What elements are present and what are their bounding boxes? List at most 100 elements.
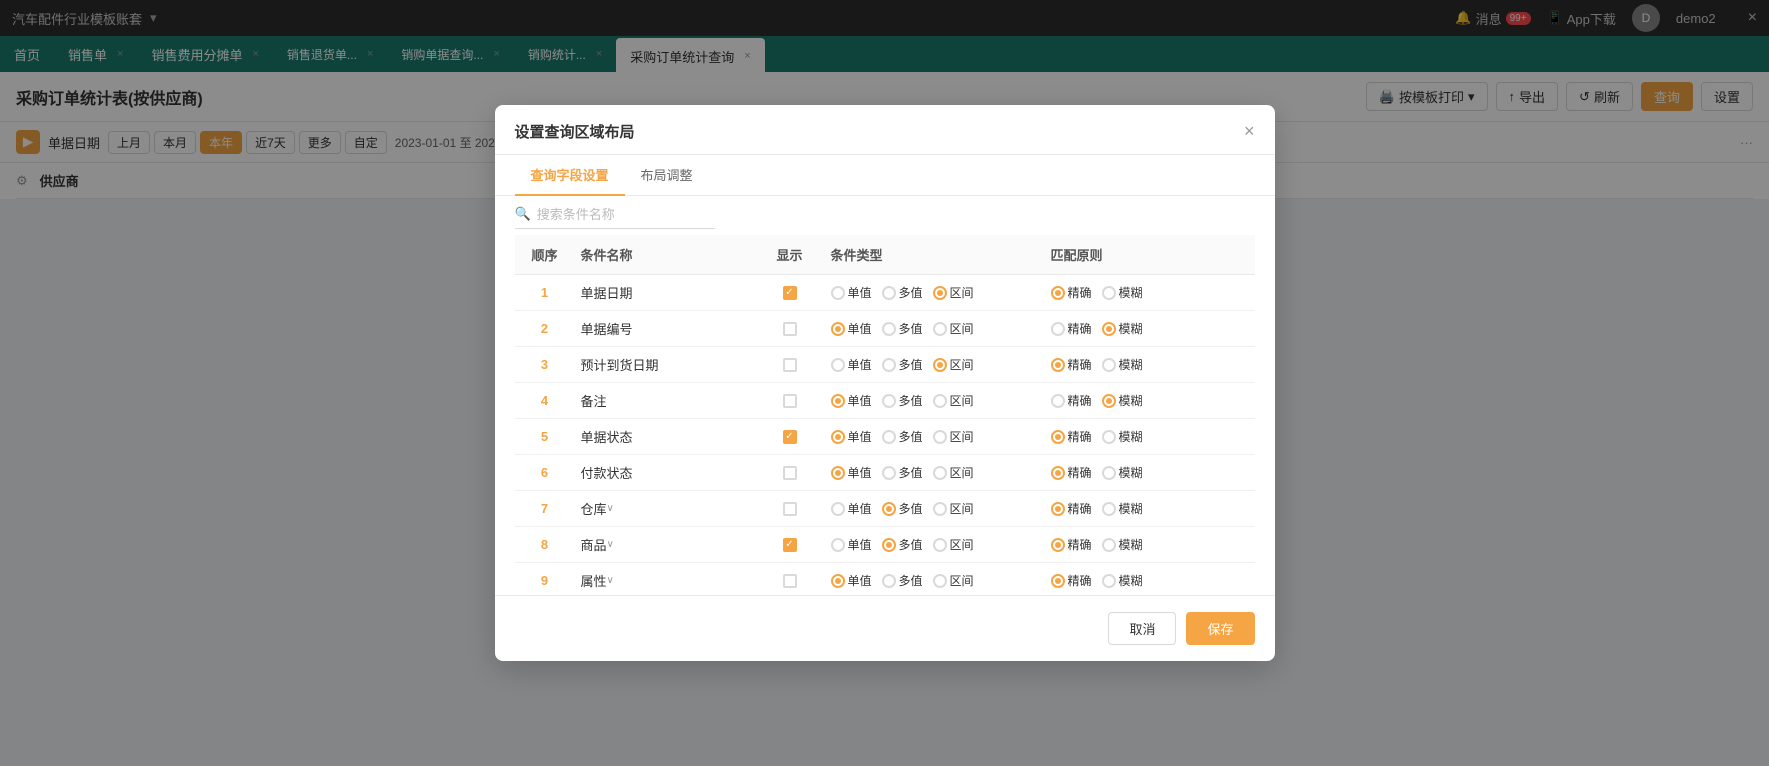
row-name-text: 仓库: [581, 499, 607, 518]
radio-item[interactable]: 单值: [831, 392, 872, 409]
radio-item[interactable]: 区间: [933, 284, 974, 301]
radio-circle: [933, 358, 947, 372]
radio-item[interactable]: 模糊: [1102, 320, 1143, 337]
radio-item[interactable]: 精确: [1051, 356, 1092, 373]
radio-circle: [1051, 286, 1065, 300]
checkbox[interactable]: [783, 466, 797, 480]
radio-item[interactable]: 单值: [831, 320, 872, 337]
checkbox[interactable]: [783, 502, 797, 516]
radio-item[interactable]: 精确: [1051, 284, 1092, 301]
row-display-checkbox[interactable]: [755, 570, 825, 592]
row-name: 备注: [575, 387, 755, 414]
table-row: 5单据状态单值多值区间精确模糊: [515, 419, 1255, 455]
radio-item[interactable]: 单值: [831, 500, 872, 517]
radio-label: 模糊: [1119, 284, 1143, 301]
radio-item[interactable]: 多值: [882, 464, 923, 481]
radio-item[interactable]: 单值: [831, 536, 872, 553]
radio-item[interactable]: 单值: [831, 464, 872, 481]
row-display-checkbox[interactable]: [755, 462, 825, 484]
radio-item[interactable]: 区间: [933, 392, 974, 409]
row-display-checkbox[interactable]: [755, 354, 825, 376]
dialog-close-btn[interactable]: ×: [1244, 121, 1255, 142]
radio-label: 精确: [1068, 392, 1092, 409]
checkbox[interactable]: [783, 358, 797, 372]
col-condition-name: 条件名称: [575, 241, 755, 268]
radio-item[interactable]: 精确: [1051, 500, 1092, 517]
radio-item[interactable]: 单值: [831, 284, 872, 301]
dialog-tab-fields[interactable]: 查询字段设置: [515, 155, 625, 196]
radio-circle: [1102, 358, 1116, 372]
radio-item[interactable]: 多值: [882, 500, 923, 517]
radio-item[interactable]: 模糊: [1102, 500, 1143, 517]
radio-circle: [831, 574, 845, 588]
row-expand-icon[interactable]: ∨: [607, 575, 614, 586]
checkbox[interactable]: [783, 430, 797, 444]
row-display-checkbox[interactable]: [755, 282, 825, 304]
radio-circle: [1102, 574, 1116, 588]
radio-label: 区间: [950, 284, 974, 301]
radio-item[interactable]: 精确: [1051, 464, 1092, 481]
radio-item[interactable]: 区间: [933, 320, 974, 337]
radio-item[interactable]: 模糊: [1102, 356, 1143, 373]
radio-item[interactable]: 多值: [882, 320, 923, 337]
radio-item[interactable]: 区间: [933, 356, 974, 373]
radio-item[interactable]: 区间: [933, 572, 974, 589]
radio-item[interactable]: 模糊: [1102, 284, 1143, 301]
row-expand-icon[interactable]: ∨: [607, 503, 614, 514]
dialog-table: 顺序 条件名称 显示 条件类型 匹配原则 1单据日期单值多值区间精确模糊2单据编…: [515, 235, 1255, 595]
radio-item[interactable]: 多值: [882, 428, 923, 445]
radio-item[interactable]: 多值: [882, 572, 923, 589]
row-type-options: 单值多值区间: [825, 316, 1045, 341]
radio-label: 模糊: [1119, 392, 1143, 409]
checkbox[interactable]: [783, 322, 797, 336]
radio-item[interactable]: 区间: [933, 536, 974, 553]
radio-item[interactable]: 精确: [1051, 536, 1092, 553]
radio-item[interactable]: 精确: [1051, 392, 1092, 409]
checkbox[interactable]: [783, 574, 797, 588]
checkbox[interactable]: [783, 286, 797, 300]
radio-item[interactable]: 区间: [933, 464, 974, 481]
radio-item[interactable]: 区间: [933, 500, 974, 517]
radio-circle: [831, 286, 845, 300]
row-display-checkbox[interactable]: [755, 318, 825, 340]
save-button[interactable]: 保存: [1186, 612, 1254, 645]
row-num: 5: [515, 425, 575, 448]
radio-item[interactable]: 单值: [831, 356, 872, 373]
table-row: 7仓库 ∨单值多值区间精确模糊: [515, 491, 1255, 527]
row-display-checkbox[interactable]: [755, 390, 825, 412]
radio-label: 精确: [1068, 356, 1092, 373]
radio-item[interactable]: 多值: [882, 356, 923, 373]
dialog-table-header: 顺序 条件名称 显示 条件类型 匹配原则: [515, 235, 1255, 275]
radio-label: 区间: [950, 392, 974, 409]
radio-item[interactable]: 区间: [933, 428, 974, 445]
checkbox[interactable]: [783, 394, 797, 408]
radio-item[interactable]: 多值: [882, 392, 923, 409]
radio-circle: [1102, 322, 1116, 336]
radio-item[interactable]: 精确: [1051, 572, 1092, 589]
radio-item[interactable]: 多值: [882, 284, 923, 301]
row-display-checkbox[interactable]: [755, 426, 825, 448]
radio-item[interactable]: 模糊: [1102, 572, 1143, 589]
radio-circle: [831, 430, 845, 444]
radio-item[interactable]: 模糊: [1102, 428, 1143, 445]
radio-label: 精确: [1068, 536, 1092, 553]
radio-item[interactable]: 精确: [1051, 428, 1092, 445]
row-expand-icon[interactable]: ∨: [607, 539, 614, 550]
radio-item[interactable]: 模糊: [1102, 536, 1143, 553]
checkbox[interactable]: [783, 538, 797, 552]
search-input[interactable]: [537, 207, 697, 222]
radio-item[interactable]: 模糊: [1102, 392, 1143, 409]
row-num: 8: [515, 533, 575, 556]
radio-item[interactable]: 单值: [831, 428, 872, 445]
cancel-button[interactable]: 取消: [1108, 612, 1176, 645]
dialog-tab-layout[interactable]: 布局调整: [625, 155, 709, 196]
radio-item[interactable]: 多值: [882, 536, 923, 553]
row-display-checkbox[interactable]: [755, 534, 825, 556]
radio-item[interactable]: 精确: [1051, 320, 1092, 337]
radio-circle: [1051, 430, 1065, 444]
radio-label: 多值: [899, 428, 923, 445]
row-display-checkbox[interactable]: [755, 498, 825, 520]
radio-item[interactable]: 单值: [831, 572, 872, 589]
radio-label: 模糊: [1119, 464, 1143, 481]
radio-item[interactable]: 模糊: [1102, 464, 1143, 481]
